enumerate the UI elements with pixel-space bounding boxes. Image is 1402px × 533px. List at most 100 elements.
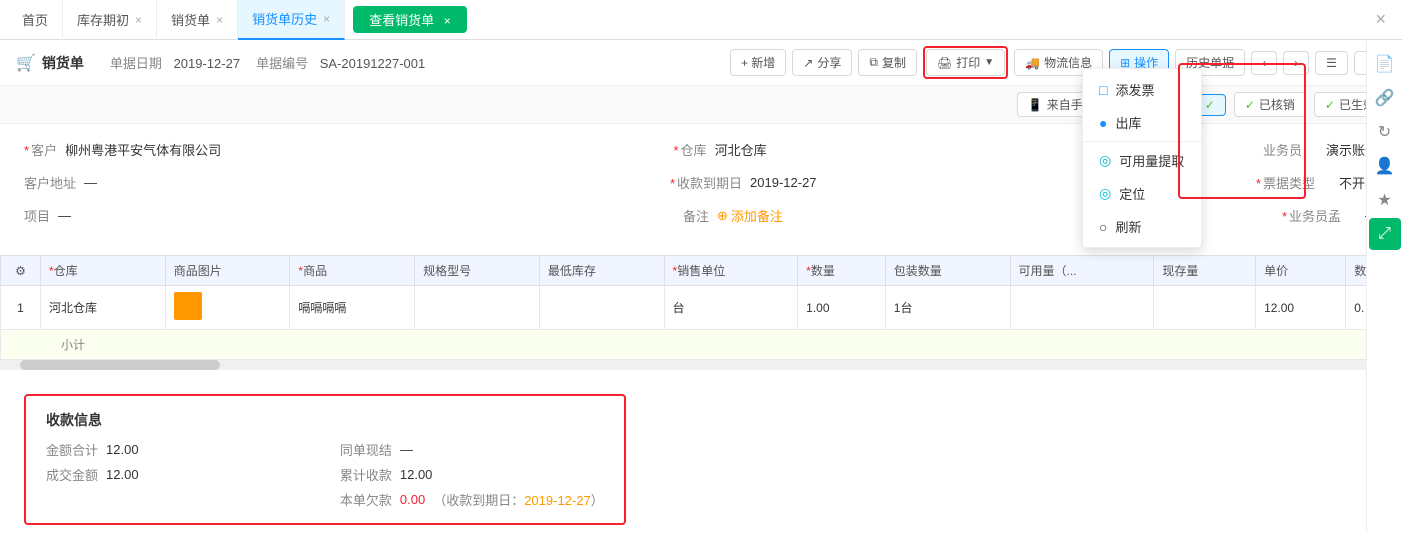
col-image: 商品图片 (165, 256, 290, 286)
no-meta: 单据编号 SA-20191227-001 (256, 53, 425, 72)
row-pack-qty: 1台 (885, 286, 1010, 330)
cumulative-row: 累计收款 12.00 (340, 465, 604, 484)
out-warehouse-label: 出库 (1115, 113, 1141, 132)
tab-history-close[interactable]: × (323, 12, 330, 26)
tab-sales-close[interactable]: × (216, 13, 223, 27)
col-unit-price: 单价 (1256, 256, 1346, 286)
doc-title-section: 🛒 销货单 (16, 53, 84, 73)
locate-icon: ◎ (1099, 185, 1111, 202)
tab-sales-order[interactable]: 销货单 × (157, 0, 238, 40)
doc-title-text: 销货单 (42, 53, 84, 73)
sold-btn[interactable]: ✓ 已核销 (1234, 92, 1306, 117)
order-settle-row: 同单现结 — (340, 440, 604, 459)
sidebar-user-icon[interactable]: 👤 (1369, 150, 1401, 182)
copy-button[interactable]: ⧉ 复制 (858, 49, 917, 76)
col-pack-qty: 包装数量 (885, 256, 1010, 286)
tab-home[interactable]: 首页 (8, 0, 63, 40)
locate-item[interactable]: ◎ 定位 (1083, 177, 1201, 210)
row-unit-price: 12.00 (1256, 286, 1346, 330)
date-value: 2019-12-27 (174, 56, 241, 71)
tab-view-sales[interactable]: 查看销货单 × (353, 6, 467, 33)
sidebar-expand-icon[interactable]: ⤢ (1369, 218, 1401, 250)
sidebar-link-icon[interactable]: 🔗 (1369, 82, 1401, 114)
customer-field: 客户 柳州粤港平安气体有限公司 (24, 140, 613, 159)
payment-date-label: 收款到期日 (670, 173, 742, 192)
table-row: 1 河北仓库 嗝嗝嗝嗝 台 1.00 1台 12.00 0. (1, 286, 1402, 330)
print-dropdown-arrow: ▼ (984, 57, 994, 68)
balance-value: 0.00 (400, 492, 425, 507)
copy-icon: ⧉ (869, 55, 878, 70)
effective-icon: ✓ (1325, 98, 1335, 112)
operation-dropdown: □ 添发票 ● 出库 ◎ 可用量提取 ◎ 定位 ○ 刷新 (1082, 68, 1202, 248)
available-pickup-item[interactable]: ◎ 可用量提取 (1083, 144, 1201, 177)
refresh-label: 刷新 (1115, 217, 1141, 236)
balance-label: 本单欠款 (340, 490, 392, 509)
sidebar-star-icon[interactable]: ★ (1369, 184, 1401, 216)
add-note-icon: ⊕ (717, 208, 728, 224)
tab-inventory-init[interactable]: 库存期初 × (63, 0, 157, 40)
table-scrollbar[interactable] (0, 360, 1402, 370)
sidebar-refresh-icon[interactable]: ↻ (1369, 116, 1401, 148)
total-value: 12.00 (106, 442, 139, 457)
sidebar-doc-icon[interactable]: 📄 (1369, 48, 1401, 80)
tab-sales-label: 销货单 (171, 10, 210, 29)
product-image (174, 292, 202, 320)
tab-view-close[interactable]: × (444, 14, 451, 28)
warehouse-label: 仓库 (673, 140, 706, 159)
deal-amount-label: 成交金额 (46, 465, 98, 484)
print-highlight-box: 🖨 打印 ▼ (923, 46, 1008, 79)
nav-prev-button[interactable]: ‹ (1251, 51, 1277, 75)
check-icon: ✓ (1205, 98, 1215, 112)
address-label: 客户地址 (24, 173, 76, 192)
row-warehouse: 河北仓库 (41, 286, 166, 330)
address-field: 客户地址 — (24, 173, 610, 192)
subtotal-label: 小计 (1, 330, 1402, 360)
payment-box: 收款信息 金额合计 12.00 同单现结 — 成交金额 12.00 累计收款 1… (24, 394, 626, 525)
staff-label: 业务员 (1263, 140, 1302, 159)
refresh-icon: ○ (1099, 219, 1107, 235)
add-note-label: 添加备注 (731, 206, 783, 225)
tab-inventory-close[interactable]: × (135, 13, 142, 27)
window-close-btn[interactable]: × (1367, 9, 1394, 30)
print-button[interactable]: 🖨 打印 ▼ (926, 49, 1005, 76)
note-label: 备注 (683, 206, 709, 225)
no-value: SA-20191227-001 (320, 56, 426, 71)
product-table-wrap: ⚙ *仓库 商品图片 *商品 规格型号 最低库存 *销售单位 *数量 包装数量 … (0, 255, 1402, 370)
available-pickup-icon: ◎ (1099, 152, 1111, 169)
print-icon: 🖨 (937, 56, 952, 70)
col-spec: 规格型号 (415, 256, 540, 286)
row-no: 1 (1, 286, 41, 330)
date-label: 单据日期 (110, 56, 162, 71)
staff2-field: 业务员孟 — (1282, 206, 1378, 225)
new-button[interactable]: + 新增 (730, 49, 786, 76)
row-product: 嗝嗝嗝嗝 (290, 286, 415, 330)
col-settings[interactable]: ⚙ (1, 256, 41, 286)
out-warehouse-icon: ● (1099, 115, 1107, 131)
nav-next-button[interactable]: › (1283, 51, 1309, 75)
view-list-button[interactable]: ☰ (1315, 51, 1348, 75)
scrollbar-thumb[interactable] (20, 360, 220, 370)
toolbar-right: + 新增 ↗ 分享 ⧉ 复制 🖨 打印 ▼ 🚚 物流信息 (730, 46, 1386, 79)
cumulative-label: 累计收款 (340, 465, 392, 484)
share-button[interactable]: ↗ 分享 (792, 49, 852, 76)
no-label: 单据编号 (256, 56, 308, 71)
address-value: — (84, 175, 97, 190)
col-qty: *数量 (798, 256, 886, 286)
subtotal-row: 小计 (1, 330, 1402, 360)
balance-row: 本单欠款 0.00 （收款到期日：2019-12-27） (340, 490, 604, 509)
refresh-item[interactable]: ○ 刷新 (1083, 210, 1201, 243)
locate-label: 定位 (1119, 184, 1145, 203)
project-field: 项目 — (24, 206, 623, 225)
tab-view-label: 查看销货单 (369, 13, 434, 28)
due-end: ） (591, 493, 604, 508)
tab-home-label: 首页 (22, 10, 48, 29)
row-min-stock (539, 286, 664, 330)
add-invoice-icon: □ (1099, 82, 1107, 98)
tab-sales-history[interactable]: 销货单历史 × (238, 0, 345, 40)
cumulative-value: 12.00 (400, 467, 433, 482)
order-settle-label: 同单现结 (340, 440, 392, 459)
add-invoice-item[interactable]: □ 添发票 (1083, 73, 1201, 106)
add-note-btn[interactable]: ⊕ 添加备注 (717, 206, 783, 225)
deal-amount-value: 12.00 (106, 467, 139, 482)
out-warehouse-item[interactable]: ● 出库 (1083, 106, 1201, 139)
